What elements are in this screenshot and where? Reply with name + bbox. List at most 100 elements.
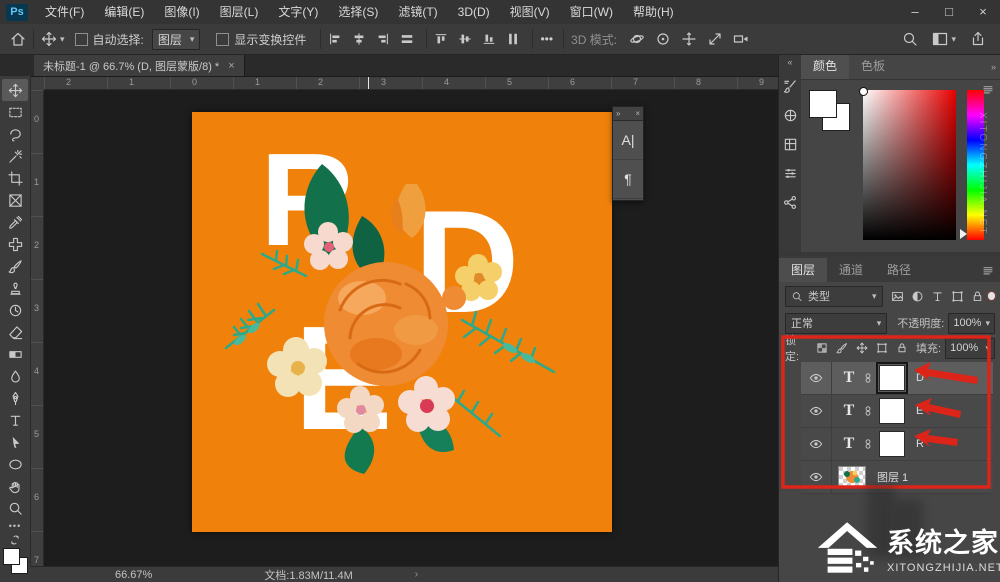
toolbar-more-button[interactable]: ••• [9,521,21,531]
magic-wand-tool[interactable] [2,145,28,167]
layer-name[interactable]: E [916,405,923,417]
menu-item[interactable]: 文件(F) [35,0,94,24]
menu-item[interactable]: 3D(D) [448,0,500,24]
layer-row[interactable]: T D [801,362,993,395]
ellipse-tool[interactable] [2,453,28,475]
tab-layers[interactable]: 图层 [779,258,827,282]
align-center-vertical-icon[interactable] [458,32,472,46]
foreground-color-swatch[interactable] [3,548,20,565]
lock-position-icon[interactable] [856,342,868,354]
image-layer-thumbnail[interactable] [838,466,866,488]
panel-expand-icon[interactable]: » [991,62,1000,72]
gradient-tool[interactable] [2,343,28,365]
lock-transparent-pixels-icon[interactable] [816,342,828,354]
layer-mask-thumbnail[interactable] [879,365,905,391]
eyedropper-tool[interactable] [2,211,28,233]
pan-3d-icon[interactable] [681,31,697,47]
filter-adjustment-layers-icon[interactable] [911,290,924,303]
dock-collapse-icon[interactable]: « [779,54,801,67]
tab-swatches[interactable]: 色板 [849,54,897,79]
roll-3d-icon[interactable] [655,31,671,47]
lasso-tool[interactable] [2,123,28,145]
text-layer-thumbnail[interactable]: T [838,435,860,453]
vertical-ruler[interactable]: 01234567 [30,90,44,567]
move-tool[interactable] [2,79,28,101]
align-center-horizontal-icon[interactable] [352,32,366,46]
swap-colors-icon[interactable] [9,534,21,546]
clone-stamp-tool[interactable] [2,277,28,299]
menu-item[interactable]: 编辑(E) [94,0,154,24]
libraries[interactable] [783,137,798,152]
character-panel-icon[interactable]: A| [613,121,643,160]
show-transform-checkbox[interactable] [216,33,229,46]
menu-item[interactable]: 视图(V) [500,0,560,24]
filter-shape-layers-icon[interactable] [951,290,964,303]
document-tab[interactable]: 未标题-1 @ 66.7% (D, 图层蒙版/8) * × [34,55,245,76]
menu-item[interactable]: 滤镜(T) [388,0,447,24]
align-right-icon[interactable] [376,32,390,46]
saturation-brightness-field[interactable] [863,90,956,240]
menu-item[interactable]: 图层(L) [210,0,269,24]
more-options-button[interactable]: ••• [540,32,553,46]
layer-row[interactable]: T R [801,428,993,461]
home-icon[interactable] [10,31,26,47]
hue-slider-marker[interactable] [960,229,967,239]
move-tool-icon[interactable] [41,31,57,47]
lock-all-icon[interactable] [896,342,908,354]
auto-select-checkbox[interactable] [75,33,88,46]
layer-filter-dropdown[interactable]: 类型 ▾ [785,286,883,307]
path-select-tool[interactable] [2,431,28,453]
layer-mask-thumbnail[interactable] [879,398,905,424]
blur-tool[interactable] [2,365,28,387]
color-picker-marker[interactable] [859,87,868,96]
maximize-button[interactable]: □ [932,1,966,24]
menu-item[interactable]: 帮助(H) [623,0,684,24]
brush-tool[interactable] [2,255,28,277]
layer-name[interactable]: R [916,438,924,450]
layer-name[interactable]: D [916,372,924,384]
filter-smart-object-icon[interactable] [971,290,984,303]
close-button[interactable]: × [966,1,1000,24]
align-top-icon[interactable] [434,32,448,46]
blend-mode-dropdown[interactable]: 正常 ▾ [785,313,887,334]
visibility-toggle[interactable] [801,395,832,427]
tab-color[interactable]: 颜色 [801,54,849,79]
slide-3d-icon[interactable] [707,31,723,47]
workspace-switcher-icon[interactable] [932,31,948,47]
fill-field[interactable]: 100% ▾ [945,338,995,359]
menu-item[interactable]: 窗口(W) [560,0,623,24]
hand-tool[interactable] [2,475,28,497]
layer-row[interactable]: T 图层 1 [801,461,993,494]
foreground-color-swatch[interactable] [809,90,837,118]
visibility-toggle[interactable] [801,461,832,493]
zoom-level-field[interactable]: 66.67% [115,569,152,581]
crop-tool[interactable] [2,167,28,189]
menu-item[interactable]: 图像(I) [154,0,209,24]
text-layer-thumbnail[interactable]: T [838,402,860,420]
tab-close-icon[interactable]: × [228,60,234,72]
marquee-tool[interactable] [2,101,28,123]
color-swatch-pair[interactable] [809,90,853,134]
text-layer-thumbnail[interactable]: T [838,369,860,387]
visibility-toggle[interactable] [801,428,832,460]
layer-mask-thumbnail[interactable] [879,431,905,457]
tab-paths[interactable]: 路径 [875,258,923,282]
brush-settings[interactable] [783,79,798,94]
canvas[interactable]: R D E [192,112,612,532]
search-icon[interactable] [902,31,918,47]
horizontal-ruler[interactable]: 210123456789 [44,76,778,90]
type-tool[interactable] [2,409,28,431]
distribute-vertical-icon[interactable] [506,32,520,46]
tab-channels[interactable]: 通道 [827,258,875,282]
foreground-background-swatches[interactable] [3,548,27,578]
lock-artboard-icon[interactable] [876,342,888,354]
panel-collapse-icon[interactable]: » [616,109,620,118]
adjustments[interactable] [783,108,798,123]
align-bottom-icon[interactable] [482,32,496,46]
distribute-horizontal-icon[interactable] [400,32,414,46]
layer-row[interactable]: T E [801,395,993,428]
frame-tool[interactable] [2,189,28,211]
lock-image-pixels-icon[interactable] [836,342,848,354]
menu-item[interactable]: 选择(S) [328,0,388,24]
opacity-field[interactable]: 100% ▾ [948,313,995,334]
